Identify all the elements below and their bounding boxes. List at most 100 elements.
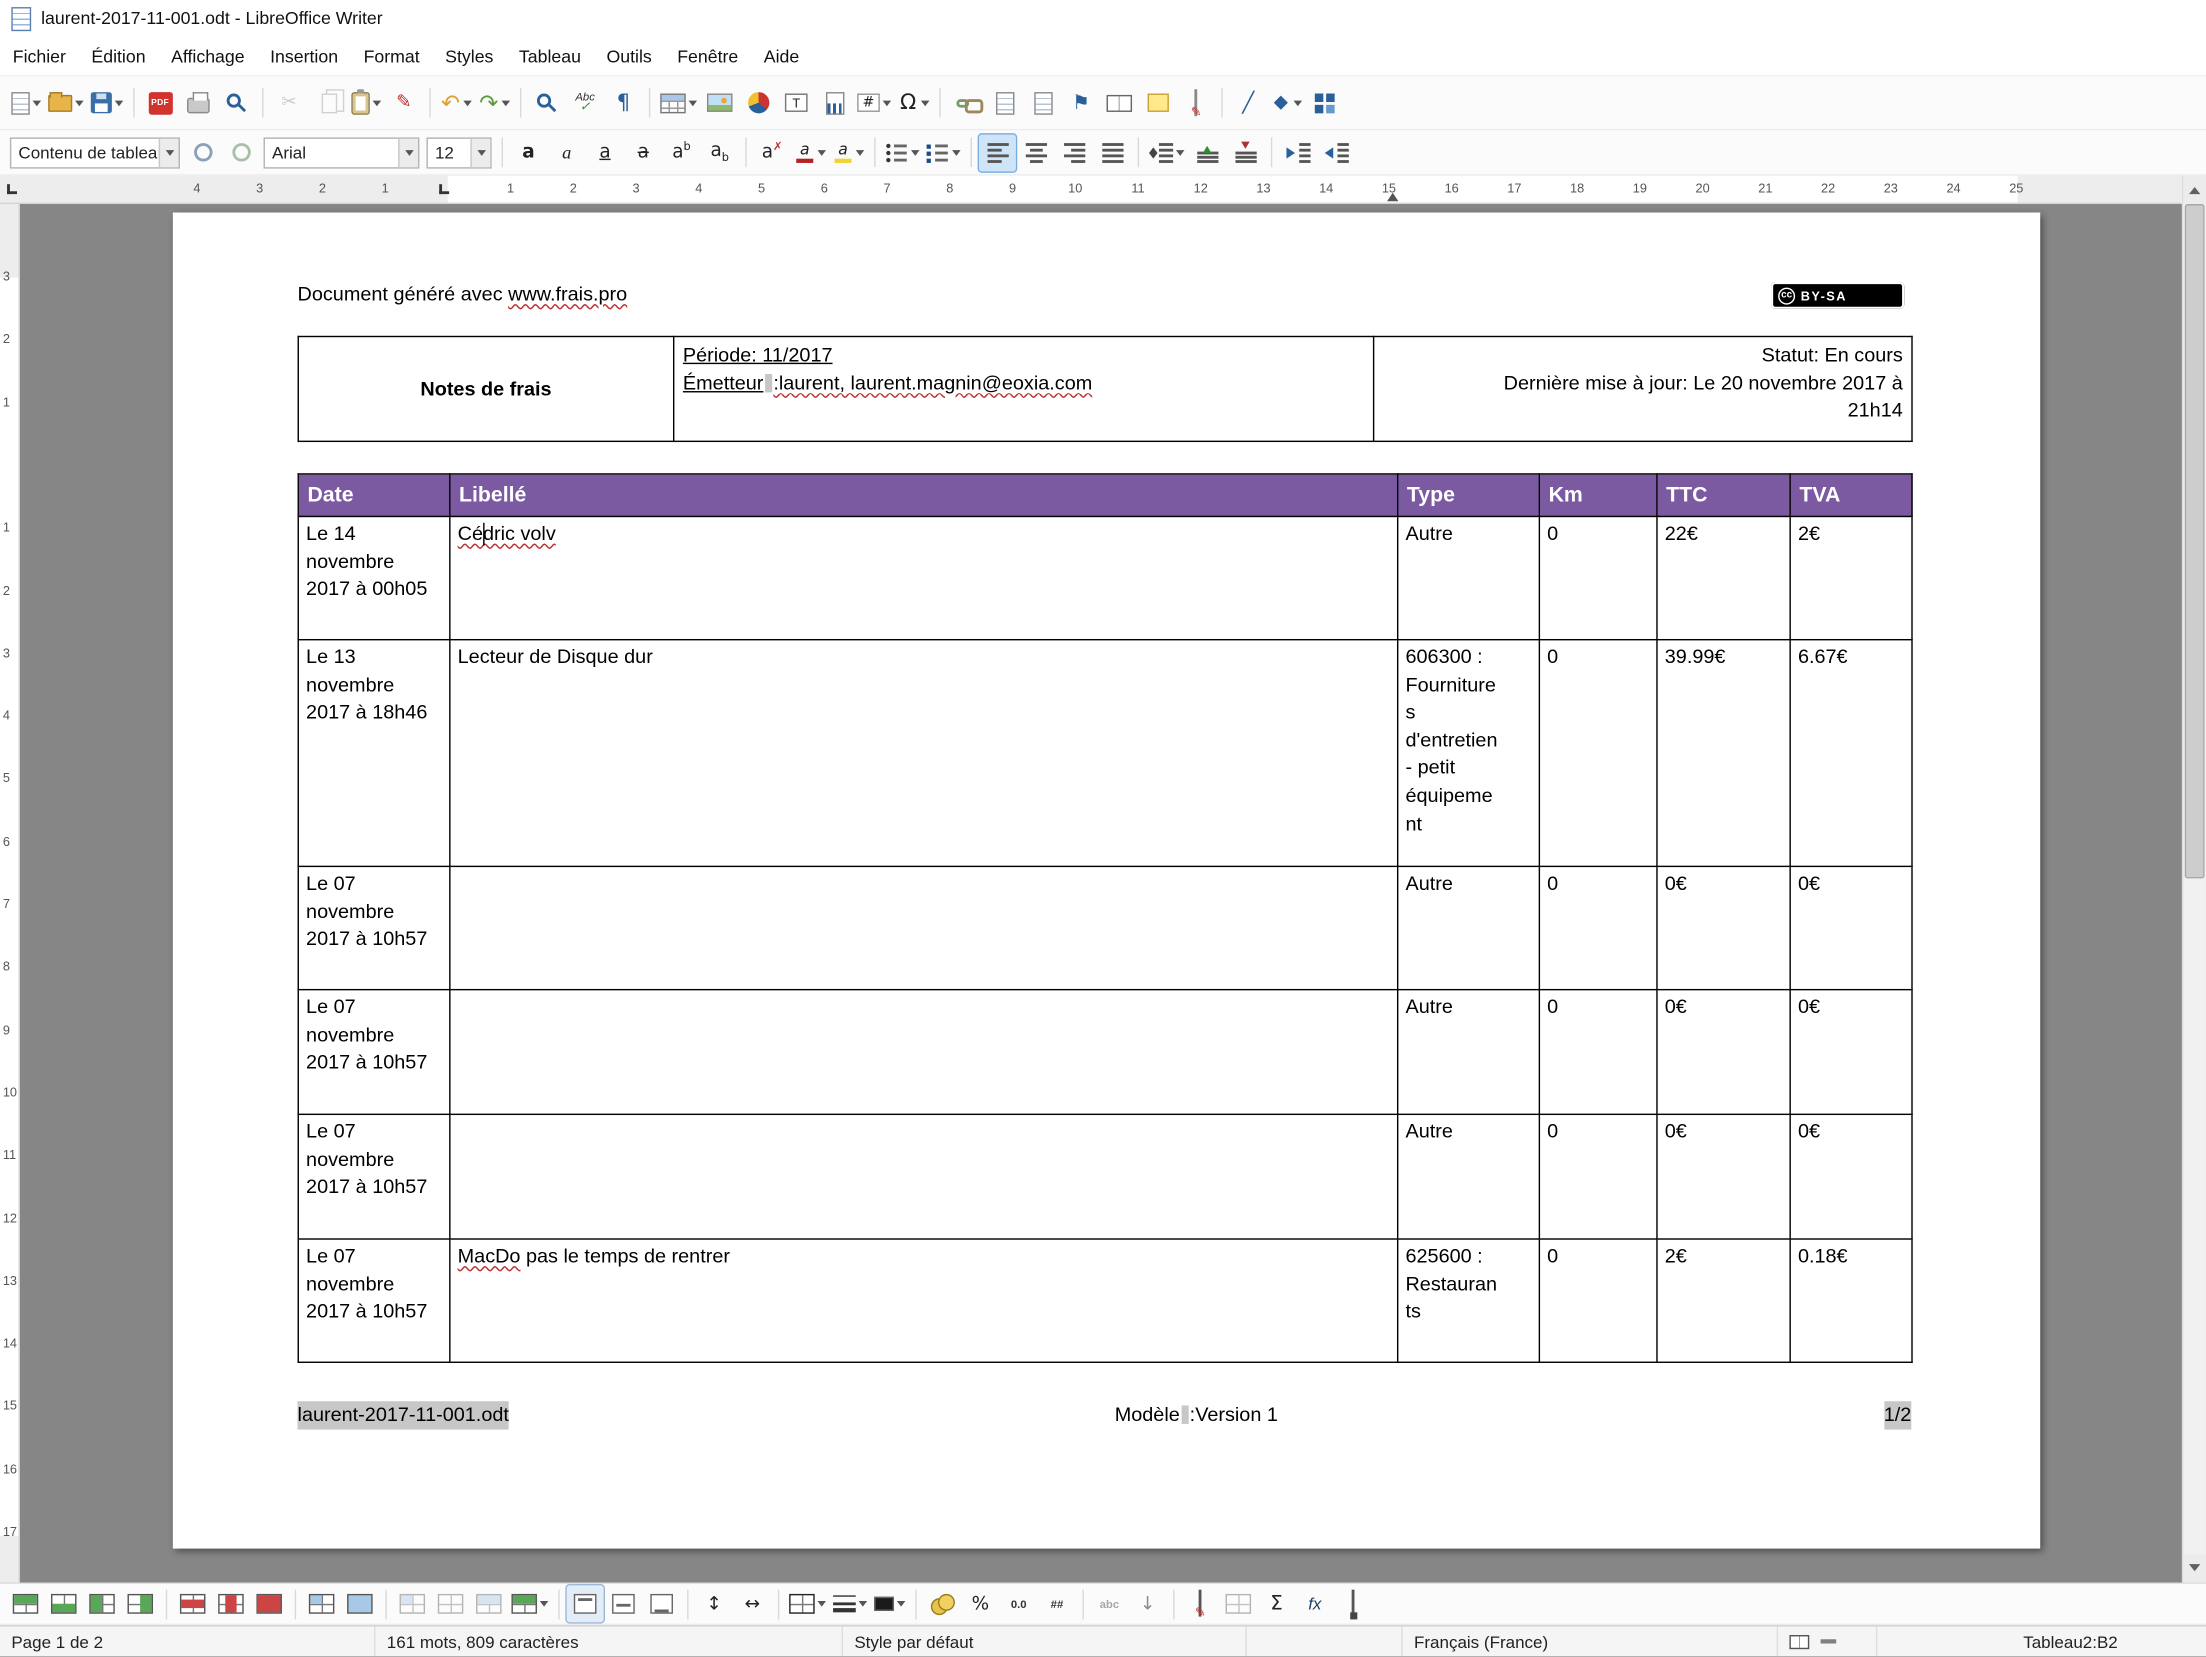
- menu-fenetre[interactable]: Fenêtre: [664, 39, 751, 73]
- insert-line-button[interactable]: ╱: [1230, 84, 1267, 121]
- cell-type[interactable]: Autre: [1396, 515, 1541, 641]
- line-spacing-button[interactable]: [1146, 134, 1187, 171]
- cell-tva[interactable]: 0.18€: [1789, 1238, 1913, 1363]
- increase-indent-button[interactable]: [1279, 134, 1316, 171]
- cell-type[interactable]: Autre: [1396, 1113, 1541, 1240]
- insert-chart-button[interactable]: [740, 84, 777, 121]
- column-header-libelle[interactable]: Libellé: [449, 473, 1399, 518]
- cell-km[interactable]: 0: [1538, 1113, 1658, 1240]
- insert-image-button[interactable]: [701, 84, 738, 121]
- table-properties-button[interactable]: [1335, 1585, 1372, 1622]
- font-size-dropdown[interactable]: [470, 138, 491, 167]
- menu-styles[interactable]: Styles: [432, 39, 506, 73]
- cell-date[interactable]: Le 07 novembre 2017 à 10h57: [297, 1113, 451, 1240]
- insert-caption-button[interactable]: abc: [1091, 1585, 1128, 1622]
- cell-ttc[interactable]: 0€: [1656, 1113, 1791, 1240]
- redo-button[interactable]: ↷: [476, 84, 513, 121]
- cell-tva[interactable]: 6.67€: [1789, 638, 1913, 868]
- align-center-button[interactable]: [1017, 134, 1054, 171]
- decrease-indent-button[interactable]: [1318, 134, 1355, 171]
- delete-row-button[interactable]: [174, 1585, 211, 1622]
- open-file-button[interactable]: [45, 84, 86, 121]
- column-header-tva[interactable]: TVA: [1789, 473, 1913, 518]
- align-justify-button[interactable]: [1094, 134, 1131, 171]
- menu-format[interactable]: Format: [351, 39, 433, 73]
- insert-special-character-button[interactable]: Ω: [895, 84, 932, 121]
- status-update-cell[interactable]: Statut: En cours Dernière mise à jour: L…: [1372, 335, 1913, 443]
- insert-column-left-button[interactable]: [84, 1585, 121, 1622]
- cell-type[interactable]: Autre: [1396, 865, 1541, 991]
- align-top-button[interactable]: [565, 1584, 605, 1624]
- cell-date[interactable]: Le 13 novembre 2017 à 18h46: [297, 638, 451, 868]
- insert-endnote-button[interactable]: [1024, 84, 1061, 121]
- paragraph-style-dropdown[interactable]: [158, 138, 179, 167]
- print-preview-button[interactable]: [218, 84, 255, 121]
- align-left-button[interactable]: [977, 132, 1018, 173]
- status-page-count[interactable]: Page 1 de 2: [0, 1626, 376, 1657]
- superscript-button[interactable]: ab: [663, 134, 700, 171]
- insert-field-button[interactable]: #: [854, 84, 894, 121]
- sort-button[interactable]: ↓: [1129, 1585, 1166, 1622]
- border-style-button[interactable]: [830, 1585, 870, 1622]
- font-name-dropdown[interactable]: [398, 138, 418, 167]
- merge-cells-button[interactable]: [394, 1585, 431, 1622]
- column-header-ttc[interactable]: TTC: [1656, 473, 1791, 518]
- horizontal-ruler[interactable]: 4 3 2 1 1 2 3 4 5 6 7 8 9 10 11 12 13 14 15 16 17 18 19 20 21 22 2…: [0, 175, 2182, 205]
- cell-tva[interactable]: 0€: [1789, 865, 1913, 991]
- align-bottom-button[interactable]: [643, 1585, 680, 1622]
- period-emitter-cell[interactable]: Période: 11/2017 Émetteur:laurent, laure…: [672, 335, 1375, 443]
- select-table-button[interactable]: [341, 1585, 378, 1622]
- menu-affichage[interactable]: Affichage: [158, 39, 257, 73]
- scrollbar-thumb[interactable]: [2184, 204, 2205, 879]
- cell-ttc[interactable]: 0€: [1656, 865, 1791, 991]
- save-button[interactable]: [88, 84, 126, 121]
- column-header-type[interactable]: Type: [1396, 473, 1541, 518]
- cell-libelle[interactable]: Lecteur de Disque dur: [449, 638, 1399, 868]
- menu-insertion[interactable]: Insertion: [257, 39, 350, 73]
- clone-formatting-button[interactable]: ✎: [385, 84, 422, 121]
- scroll-down-button[interactable]: [2183, 1554, 2206, 1583]
- protect-cells-button[interactable]: [1220, 1585, 1257, 1622]
- cell-km[interactable]: 0: [1538, 515, 1658, 641]
- increase-paragraph-spacing-button[interactable]: [1189, 134, 1226, 171]
- cell-km[interactable]: 0: [1538, 1238, 1658, 1363]
- cell-libelle[interactable]: Cédric volv: [449, 515, 1399, 641]
- menu-tableau[interactable]: Tableau: [506, 39, 594, 73]
- cell-ttc[interactable]: 39.99€: [1656, 638, 1791, 868]
- number-format-button[interactable]: ##: [1039, 1585, 1076, 1622]
- menu-aide[interactable]: Aide: [751, 39, 812, 73]
- numbered-list-button[interactable]: [924, 134, 964, 171]
- status-cell-reference[interactable]: Tableau2:B2: [2012, 1627, 2206, 1657]
- insert-textbox-button[interactable]: T: [778, 84, 815, 121]
- cell-date[interactable]: Le 14 novembre 2017 à 00h05: [297, 515, 451, 641]
- select-cell-button[interactable]: [303, 1585, 340, 1622]
- copy-button[interactable]: [309, 84, 346, 121]
- menu-edition[interactable]: Édition: [79, 39, 159, 73]
- highlight-color-button[interactable]: a: [830, 134, 867, 171]
- border-color-button[interactable]: [871, 1585, 908, 1622]
- report-title-cell[interactable]: Notes de frais: [297, 335, 675, 443]
- delete-column-button[interactable]: [213, 1585, 250, 1622]
- number-format-percent-button[interactable]: %: [962, 1585, 999, 1622]
- cell-libelle[interactable]: [449, 865, 1399, 991]
- subscript-button[interactable]: ab: [701, 134, 738, 171]
- insert-bookmark-button[interactable]: ⚑: [1063, 84, 1100, 121]
- cell-ttc[interactable]: 2€: [1656, 1238, 1791, 1363]
- vertical-scrollbar[interactable]: [2181, 175, 2206, 1583]
- update-style-button[interactable]: [184, 134, 221, 171]
- insert-page-break-button[interactable]: [816, 84, 853, 121]
- italic-button[interactable]: a: [548, 134, 585, 171]
- insert-row-above-button[interactable]: [7, 1585, 44, 1622]
- insert-cross-reference-button[interactable]: [1101, 84, 1138, 121]
- column-width-button[interactable]: ↔: [734, 1585, 771, 1622]
- cell-tva[interactable]: 2€: [1789, 515, 1913, 641]
- cut-button[interactable]: ✂: [271, 84, 308, 121]
- decrease-paragraph-spacing-button[interactable]: [1227, 134, 1264, 171]
- document-canvas[interactable]: Document généré avec www.frais.pro cc BY…: [20, 204, 2182, 1583]
- column-header-km[interactable]: Km: [1538, 473, 1658, 518]
- align-center-vertical-button[interactable]: [605, 1585, 642, 1622]
- insert-hyperlink-button[interactable]: [948, 84, 985, 121]
- number-format-currency-button[interactable]: [924, 1585, 961, 1622]
- print-button[interactable]: [180, 84, 217, 121]
- number-format-decimal-button[interactable]: 0.0: [1000, 1585, 1037, 1622]
